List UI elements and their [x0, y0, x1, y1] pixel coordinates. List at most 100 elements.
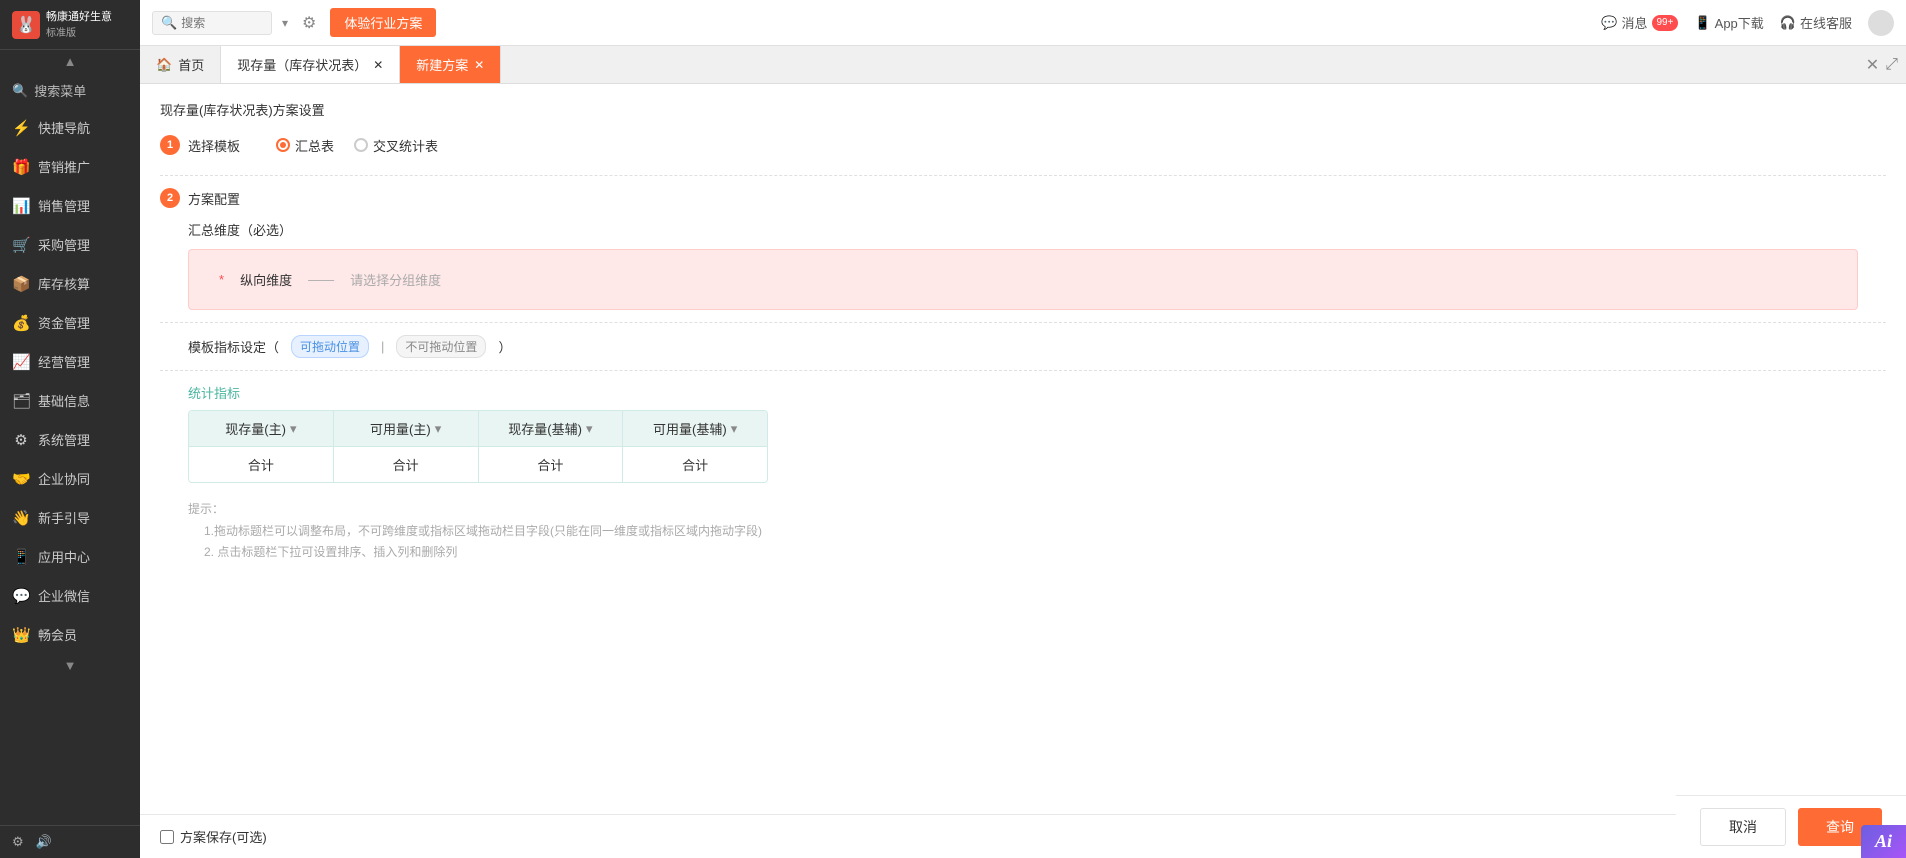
stats-col-1-dropdown[interactable]: ▾: [290, 421, 297, 437]
sidebar-item-system[interactable]: ⚙ 系统管理: [0, 420, 140, 459]
app-download-label: App下载: [1715, 13, 1764, 32]
stats-col-2[interactable]: 可用量(主) ▾: [334, 411, 479, 446]
message-button[interactable]: 💬 消息 99+: [1601, 13, 1678, 32]
unmovable-chip-container: 不可拖动位置: [396, 335, 486, 358]
sidebar-item-label: 畅会员: [38, 625, 77, 644]
sidebar-item-enterprise[interactable]: 🤝 企业协同: [0, 459, 140, 498]
member-icon: 👑: [12, 626, 30, 644]
sidebar-search-label: 搜索菜单: [34, 81, 86, 100]
tab-home[interactable]: 🏠 首页: [140, 46, 221, 83]
user-button[interactable]: [1868, 10, 1894, 36]
save-checkbox-input[interactable]: [160, 830, 174, 844]
topbar-search-icon: 🔍: [161, 15, 177, 31]
sidebar-search[interactable]: 🔍 搜索菜单: [0, 73, 140, 108]
sidebar-item-quick-nav[interactable]: ⚡ 快捷导航: [0, 108, 140, 147]
logo-icon: 🐰: [12, 11, 40, 39]
radio-summary[interactable]: 汇总表: [276, 136, 334, 155]
separator3: [160, 370, 1886, 371]
summary-dimension-label: 汇总维度（必选）: [188, 220, 1886, 239]
sidebar-bottom: ⚙ 🔊: [0, 825, 140, 858]
sidebar-item-label: 采购管理: [38, 235, 90, 254]
tips-section: 提示： 1.拖动标题栏可以调整布局，不可跨维度或指标区域拖动栏目字段(只能在同一…: [188, 499, 1858, 564]
stats-col-4[interactable]: 可用量(基辅) ▾: [623, 411, 767, 446]
topbar-search-box[interactable]: 🔍: [152, 11, 272, 35]
topbar-gear-icon[interactable]: ⚙: [298, 13, 320, 33]
sidebar-item-operations[interactable]: 📈 经营管理: [0, 342, 140, 381]
basic-icon: 🗂: [12, 392, 30, 410]
close-panel-icon[interactable]: ✕: [1866, 55, 1879, 75]
tab-home-label: 首页: [178, 55, 204, 74]
settings-icon[interactable]: ⚙: [12, 834, 24, 850]
sidebar-scroll-up[interactable]: ▲: [0, 50, 140, 73]
message-label: 消息: [1621, 13, 1647, 32]
main-area: 🔍 ▾ ⚙ 体验行业方案 💬 消息 99+ 📱 App下载 🎧 在线客服: [140, 0, 1906, 858]
stats-table-row: 合计 合计 合计 合计: [189, 446, 767, 482]
tab-inventory[interactable]: 现存量（库存状况表） ✕: [221, 46, 400, 83]
page-title: 现存量(库存状况表)方案设置: [160, 100, 1886, 119]
sidebar-item-marketing[interactable]: 🎁 营销推广: [0, 147, 140, 186]
unmovable-chip: 不可拖动位置: [396, 335, 486, 358]
sidebar-item-wechat[interactable]: 💬 企业微信: [0, 576, 140, 615]
tip-1: 1.拖动标题栏可以调整布局，不可跨维度或指标区域拖动栏目字段(只能在同一维度或指…: [188, 521, 1858, 543]
app-logo: 🐰 畅康通好生意 标准版: [0, 0, 140, 50]
tips-title: 提示：: [188, 502, 224, 516]
sound-icon[interactable]: 🔊: [36, 834, 52, 850]
radio-summary-label: 汇总表: [295, 136, 334, 155]
tab-new[interactable]: 新建方案 ✕: [400, 46, 501, 83]
step2-header: 2 方案配置: [160, 188, 1886, 208]
sidebar-item-member[interactable]: 👑 畅会员: [0, 615, 140, 654]
radio-cross-label: 交叉统计表: [373, 136, 438, 155]
indicator-settings-label: 模板指标设定（: [188, 337, 279, 356]
sidebar: 🐰 畅康通好生意 标准版 ▲ 🔍 搜索菜单 ⚡ 快捷导航 🎁 营销推广 📊 销售…: [0, 0, 140, 858]
unmovable-separator: |: [381, 339, 384, 354]
cancel-button[interactable]: 取消: [1700, 808, 1786, 846]
avatar: [1868, 10, 1894, 36]
save-option[interactable]: 方案保存(可选): [160, 827, 1886, 846]
finance-icon: 💰: [12, 314, 30, 332]
stats-table-header: 现存量(主) ▾ 可用量(主) ▾ 现存量(基辅) ▾: [189, 411, 767, 446]
online-service-button[interactable]: 🎧 在线客服: [1780, 13, 1852, 32]
expand-panel-icon[interactable]: ⤢: [1885, 56, 1898, 74]
stats-col-2-dropdown[interactable]: ▾: [435, 421, 442, 437]
sidebar-item-finance[interactable]: 💰 资金管理: [0, 303, 140, 342]
separator2: [160, 322, 1886, 323]
system-icon: ⚙: [12, 431, 30, 449]
topbar: 🔍 ▾ ⚙ 体验行业方案 💬 消息 99+ 📱 App下载 🎧 在线客服: [140, 0, 1906, 46]
radio-cross[interactable]: 交叉统计表: [354, 136, 438, 155]
sidebar-item-label: 销售管理: [38, 196, 90, 215]
search-input[interactable]: [181, 16, 261, 30]
tab-new-close[interactable]: ✕: [474, 58, 484, 72]
sidebar-item-basic[interactable]: 🗂 基础信息: [0, 381, 140, 420]
stats-col-3[interactable]: 现存量(基辅) ▾: [479, 411, 624, 446]
sidebar-item-newbie[interactable]: 👋 新手引导: [0, 498, 140, 537]
stats-label: 统计指标: [188, 383, 1858, 402]
trial-button[interactable]: 体验行业方案: [330, 8, 436, 37]
tab-inventory-close[interactable]: ✕: [373, 58, 383, 72]
dim-placeholder: 请选择分组维度: [350, 270, 441, 289]
sidebar-item-purchase[interactable]: 🛒 采购管理: [0, 225, 140, 264]
topbar-dropdown-icon[interactable]: ▾: [282, 16, 288, 30]
sidebar-scroll-down[interactable]: ▼: [0, 654, 140, 677]
stats-cell-2: 合计: [334, 447, 479, 482]
sidebar-item-label: 应用中心: [38, 547, 90, 566]
step2-title: 方案配置: [188, 189, 240, 208]
sidebar-item-label: 资金管理: [38, 313, 90, 332]
tab-new-label: 新建方案: [416, 55, 468, 74]
sidebar-item-inventory[interactable]: 📦 库存核算: [0, 264, 140, 303]
stats-col-4-dropdown[interactable]: ▾: [731, 421, 738, 437]
sidebar-item-sales[interactable]: 📊 销售管理: [0, 186, 140, 225]
marketing-icon: 🎁: [12, 158, 30, 176]
dimension-area[interactable]: * 纵向维度 —— 请选择分组维度: [188, 249, 1858, 310]
sidebar-item-label: 企业微信: [38, 586, 90, 605]
stats-col-3-dropdown[interactable]: ▾: [586, 421, 593, 437]
sidebar-item-label: 新手引导: [38, 508, 90, 527]
app-download-button[interactable]: 📱 App下载: [1694, 13, 1763, 32]
stats-col-3-label: 现存量(基辅): [508, 419, 582, 438]
template-options: 汇总表 交叉统计表: [276, 136, 438, 155]
stats-col-1[interactable]: 现存量(主) ▾: [189, 411, 334, 446]
sidebar-item-apps[interactable]: 📱 应用中心: [0, 537, 140, 576]
indicator-settings-suffix: ）: [498, 337, 511, 356]
stats-col-1-label: 现存量(主): [225, 419, 286, 438]
movable-chip-container: 可拖动位置: [291, 335, 369, 358]
radio-cross-dot: [354, 138, 368, 152]
